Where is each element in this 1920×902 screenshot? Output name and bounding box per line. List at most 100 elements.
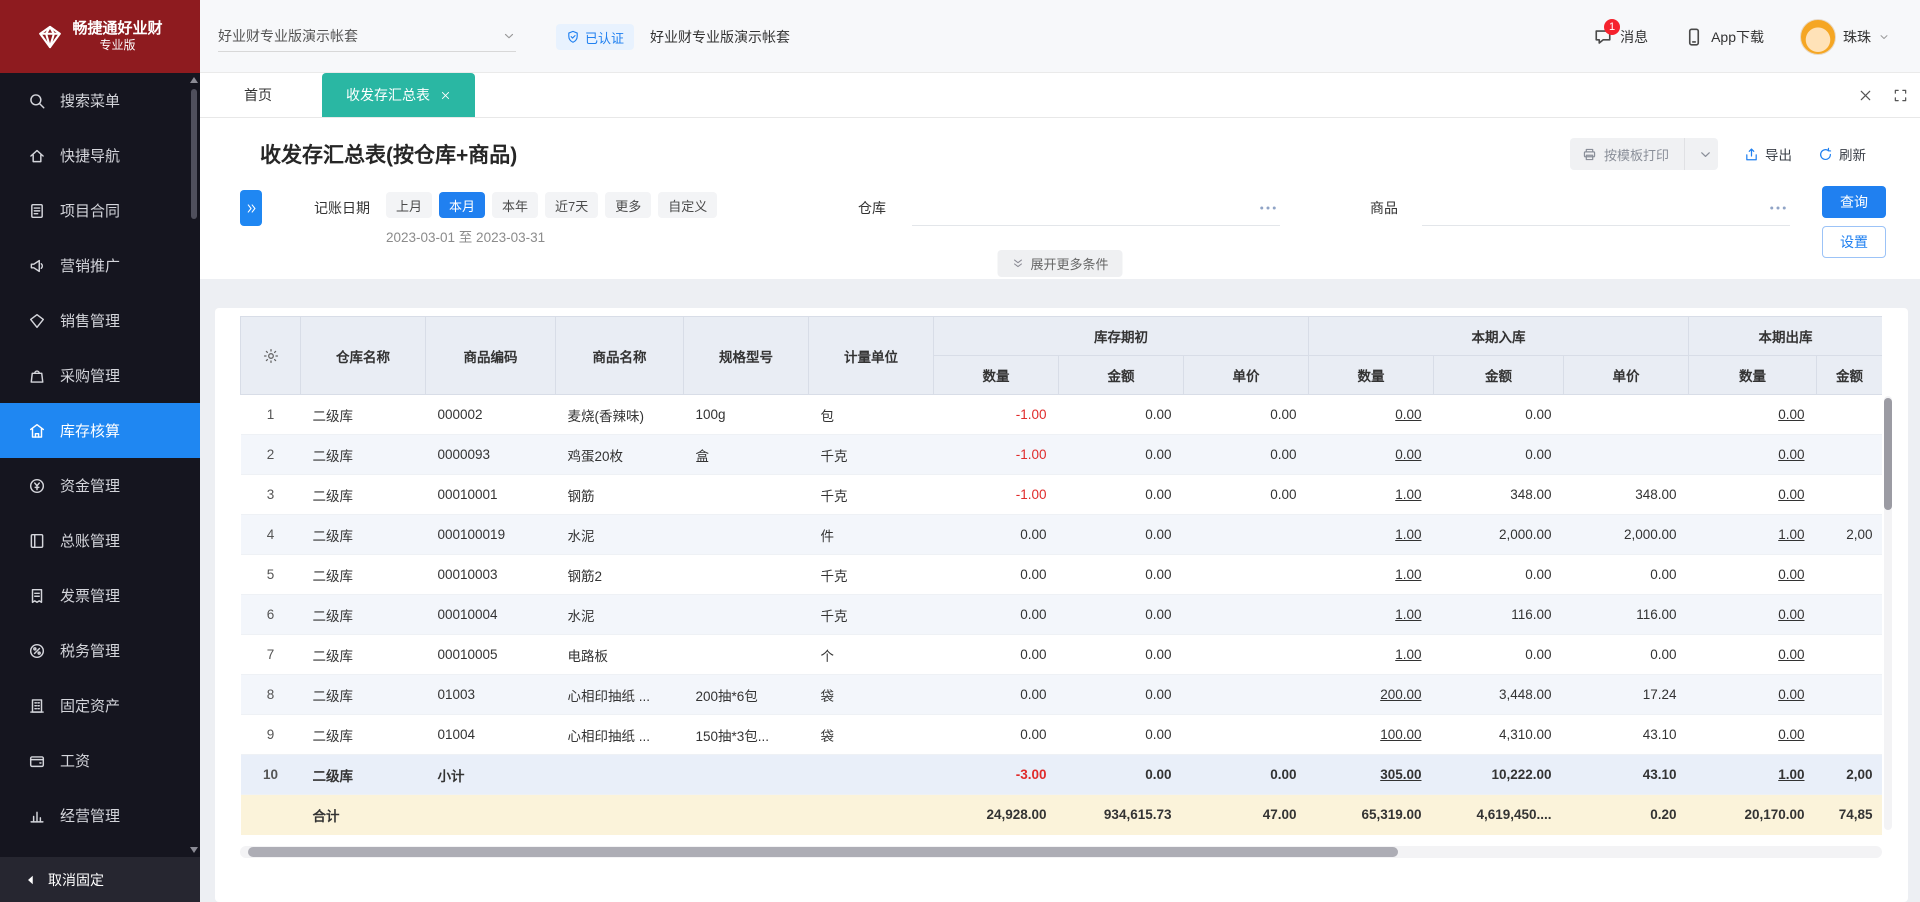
drilldown-link[interactable]: 305.00	[1380, 767, 1421, 782]
cell	[684, 635, 809, 675]
vertical-scrollbar[interactable]	[1884, 396, 1892, 830]
verified-badge: 已认证	[556, 24, 634, 50]
drilldown-link[interactable]: 0.00	[1778, 647, 1804, 662]
drilldown-link[interactable]: 0.00	[1778, 447, 1804, 462]
sidebar-item-assets[interactable]: 固定资产	[0, 678, 200, 733]
cell: 袋	[809, 715, 934, 755]
date-pill-3[interactable]: 近7天	[545, 192, 598, 218]
cell	[1817, 555, 1883, 595]
sidebar-item-inventory[interactable]: 库存核算	[0, 403, 200, 458]
cell: 1.00	[1309, 635, 1434, 675]
page-title: 收发存汇总表(按仓库+商品)	[260, 139, 517, 169]
query-button[interactable]: 查询	[1822, 186, 1886, 218]
drilldown-link[interactable]: 1.00	[1778, 767, 1804, 782]
date-pill-2[interactable]: 本年	[492, 192, 538, 218]
refresh-icon	[1818, 147, 1833, 162]
drilldown-link[interactable]: 0.00	[1778, 487, 1804, 502]
print-by-template-button[interactable]: 按模板打印	[1570, 138, 1718, 170]
drilldown-link[interactable]: 0.00	[1778, 687, 1804, 702]
sidebar-item-label: 工资	[60, 750, 90, 771]
close-tab-icon[interactable]	[1858, 88, 1873, 103]
scroll-up-arrow-icon[interactable]	[190, 77, 198, 83]
sidebar-item-tax[interactable]: 税务管理	[0, 623, 200, 678]
sidebar-item-label: 经营管理	[60, 805, 120, 826]
horizontal-scrollbar-thumb[interactable]	[248, 847, 1398, 857]
sidebar-item-invoice[interactable]: 发票管理	[0, 568, 200, 623]
date-pill-1[interactable]: 本月	[439, 192, 485, 218]
drilldown-link[interactable]: 1.00	[1395, 487, 1421, 502]
sidebar-item-promo[interactable]: 营销推广	[0, 238, 200, 293]
cell: 0.00	[934, 555, 1059, 595]
drilldown-link[interactable]: 0.00	[1395, 447, 1421, 462]
account-set-selector[interactable]: 好业财专业版演示帐套	[218, 20, 516, 52]
settings-button[interactable]: 设置	[1822, 226, 1886, 258]
user-menu[interactable]: 珠珠	[1800, 19, 1890, 55]
collapse-filter-button[interactable]	[240, 190, 262, 226]
drilldown-link[interactable]: 0.00	[1778, 407, 1804, 422]
drilldown-link[interactable]: 200.00	[1380, 687, 1421, 702]
sidebar-item-contract[interactable]: 项目合同	[0, 183, 200, 238]
expand-more-conditions-button[interactable]: 展开更多条件	[997, 250, 1122, 277]
app-download-button[interactable]: App下载	[1684, 27, 1764, 47]
export-label: 导出	[1765, 144, 1792, 164]
drilldown-link[interactable]: 0.00	[1778, 567, 1804, 582]
date-pill-4[interactable]: 更多	[605, 192, 651, 218]
sidebar-scrollbar-thumb[interactable]	[191, 89, 197, 219]
product-input[interactable]	[1422, 190, 1790, 226]
horizontal-scrollbar[interactable]	[240, 846, 1882, 858]
refresh-button[interactable]: 刷新	[1818, 144, 1866, 164]
fullscreen-icon[interactable]	[1893, 88, 1908, 103]
drilldown-link[interactable]: 0.00	[1778, 727, 1804, 742]
report-actions: 按模板打印 导出 刷新	[1570, 138, 1866, 170]
cell	[556, 795, 684, 835]
tab-close-icon[interactable]	[440, 90, 451, 101]
cell: 100.00	[1309, 715, 1434, 755]
drilldown-link[interactable]: 0.00	[1395, 407, 1421, 422]
sidebar-item-label: 发票管理	[60, 585, 120, 606]
row-number	[241, 795, 301, 835]
cell	[684, 515, 809, 555]
tab-0[interactable]: 首页	[220, 73, 296, 117]
cell: 100g	[684, 395, 809, 435]
cell: 00010005	[426, 635, 556, 675]
scroll-down-arrow-icon[interactable]	[190, 847, 198, 853]
row-number: 2	[241, 435, 301, 475]
unpin-sidebar-button[interactable]: 取消固定	[0, 857, 200, 902]
unpin-label: 取消固定	[48, 870, 104, 890]
table-row: 9二级库01004心相印抽纸 ...150抽*3包...袋0.000.00100…	[241, 715, 1883, 755]
drilldown-link[interactable]: 1.00	[1395, 607, 1421, 622]
product-picker-ellipsis-icon[interactable]	[1768, 198, 1790, 218]
sidebar-item-label: 搜索菜单	[60, 90, 120, 111]
sidebar-item-ledger[interactable]: 总账管理	[0, 513, 200, 568]
sidebar-item-nav[interactable]: 快捷导航	[0, 128, 200, 183]
sidebar-scrollbar[interactable]	[190, 75, 198, 855]
sales-icon	[28, 312, 46, 330]
sidebar-item-purchase[interactable]: 采购管理	[0, 348, 200, 403]
drilldown-link[interactable]: 1.00	[1395, 567, 1421, 582]
tab-label: 首页	[244, 85, 272, 105]
vertical-scrollbar-thumb[interactable]	[1884, 398, 1892, 510]
sidebar-item-funds[interactable]: 资金管理	[0, 458, 200, 513]
user-name: 珠珠	[1843, 27, 1871, 47]
sidebar-item-search[interactable]: 搜索菜单	[0, 73, 200, 128]
warehouse-input[interactable]	[912, 190, 1280, 226]
date-pill-5[interactable]: 自定义	[658, 192, 717, 218]
tab-1[interactable]: 收发存汇总表	[322, 73, 475, 117]
sidebar-item-sales[interactable]: 销售管理	[0, 293, 200, 348]
column-settings-gear-icon[interactable]	[241, 317, 301, 395]
tab-list: 首页 收发存汇总表	[220, 73, 475, 117]
export-button[interactable]: 导出	[1744, 144, 1792, 164]
drilldown-link[interactable]: 0.00	[1778, 607, 1804, 622]
sidebar-item-loan[interactable]: 轻松贷	[0, 843, 200, 857]
drilldown-link[interactable]: 100.00	[1380, 727, 1421, 742]
messages-button[interactable]: 1 消息	[1593, 27, 1648, 47]
warehouse-picker-ellipsis-icon[interactable]	[1258, 198, 1280, 218]
drilldown-link[interactable]: 1.00	[1395, 527, 1421, 542]
print-options-chevron-icon[interactable]	[1692, 147, 1718, 162]
sidebar-item-business[interactable]: 经营管理	[0, 788, 200, 843]
drilldown-link[interactable]: 1.00	[1395, 647, 1421, 662]
sidebar-item-salary[interactable]: 工资	[0, 733, 200, 788]
date-pill-0[interactable]: 上月	[386, 192, 432, 218]
business-icon	[28, 807, 46, 825]
drilldown-link[interactable]: 1.00	[1778, 527, 1804, 542]
